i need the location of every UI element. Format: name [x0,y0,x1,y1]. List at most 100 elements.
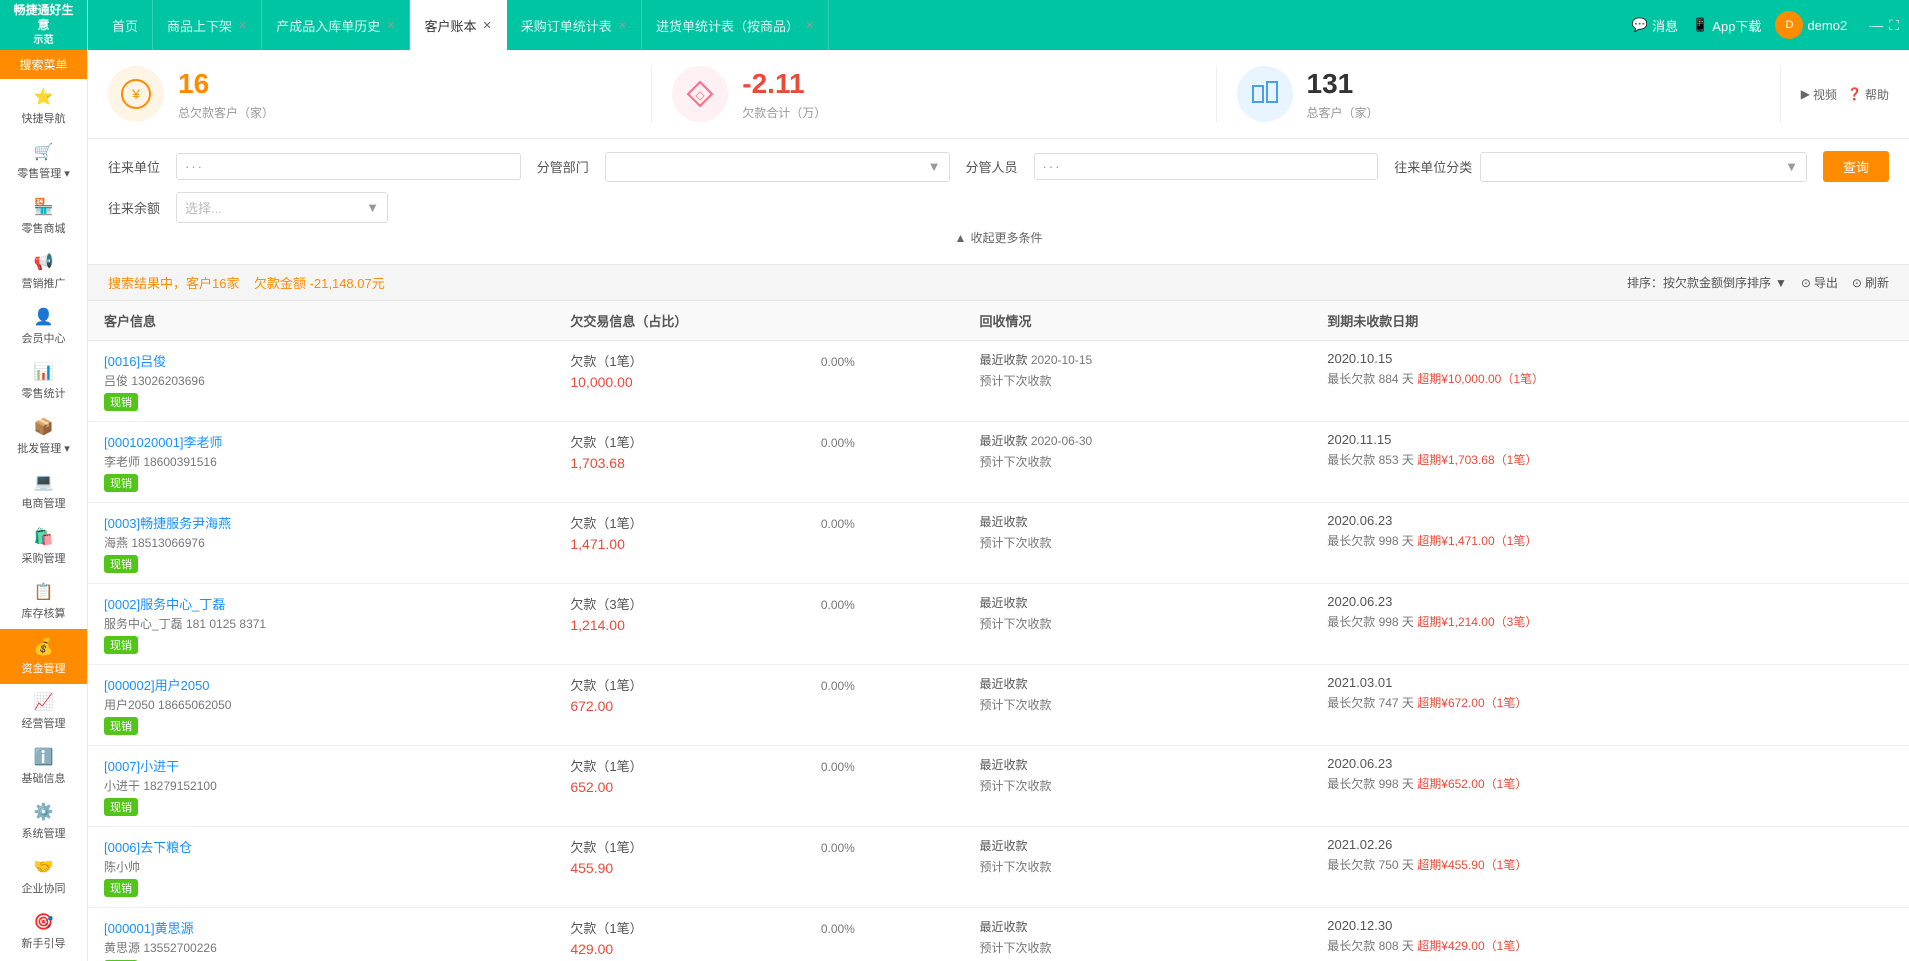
sidebar-item-newbie[interactable]: 🎯 新手引导 [0,904,87,959]
balance-select[interactable]: 选择... ▼ [176,192,388,223]
video-btn[interactable]: ▶ 视频 [1801,86,1837,103]
last-payment-date: 2020-10-15 [1031,353,1092,367]
tab-close-purchase-stats[interactable]: ✕ [805,19,814,32]
tab-product-off[interactable]: 商品上下架 ✕ [153,0,262,50]
sidebar-item-system[interactable]: ⚙️ 系统管理 [0,794,87,849]
tab-close-customer-account[interactable]: ✕ [483,19,492,32]
sidebar-item-retail-mgmt[interactable]: 🛒 零售管理 ▾ [0,134,87,189]
overdue-link[interactable]: 超期¥672.00（1笔） [1417,696,1527,710]
customer-phone: 黄思源 13552700226 [104,939,538,956]
person-input[interactable]: ··· [1034,153,1379,180]
next-payment: 预计下次收款 [979,939,1295,956]
due-date: 2020.10.15 [1327,351,1893,366]
total-customers-icon [1237,66,1293,122]
minimize-btn[interactable]: — [1869,17,1883,34]
tab-close-product-history[interactable]: ✕ [386,19,395,32]
overdue-link[interactable]: 超期¥429.00（1笔） [1417,939,1527,953]
sidebar-item-retail-mall[interactable]: 🏪 零售商城 [0,189,87,244]
customer-phone: 陈小帅 [104,858,538,875]
debt-ratio: 0.00% [821,760,948,774]
col-customer-info: 客户信息 [88,301,554,341]
filter-balance: 往来余额 选择... ▼ [108,192,388,223]
debt-count: 欠款（1笔） [570,918,788,937]
overdue-link[interactable]: 超期¥455.90（1笔） [1417,858,1527,872]
message-btn[interactable]: 💬 消息 [1632,16,1678,35]
customer-info-cell: [000002]用户2050 用户2050 18665062050 现销 [88,665,554,746]
customer-name[interactable]: [0002]服务中心_丁磊 [104,594,538,613]
money-icon: 💰 [34,637,54,657]
results-actions: 排序：按欠款金额倒序排序 ▼ ⊙ 导出 ⊙ 刷新 [1627,274,1889,291]
table-row: [0002]服务中心_丁磊 服务中心_丁磊 181 0125 8371 现销 欠… [88,584,1909,665]
sidebar-search-menu[interactable]: 搜索菜单 [0,50,87,79]
tab-purchase-stats[interactable]: 进货单统计表（按商品） ✕ [642,0,829,50]
last-payment: 最近收款 [979,756,1295,773]
col-debt-info: 欠交易信息（占比） [554,301,963,341]
sidebar-item-enterprise[interactable]: 🤝 企业协同 [0,849,87,904]
due-date: 2021.02.26 [1327,837,1893,852]
tabs: 首页 商品上下架 ✕ 产成品入库单历史 ✕ 客户账本 ✕ 采购订单统计表 ✕ [98,0,829,50]
sort-dropdown[interactable]: 排序：按欠款金额倒序排序 ▼ [1627,274,1787,291]
supplier-type-select[interactable]: ▼ [1480,152,1807,182]
tab-close-purchase-order[interactable]: ✕ [618,19,627,32]
table-header-row: 客户信息 欠交易信息（占比） 回收情况 到期未收款日期 [88,301,1909,341]
sidebar-item-batch-mgmt[interactable]: 📦 批发管理 ▾ [0,409,87,464]
export-btn[interactable]: ⊙ 导出 [1801,274,1838,291]
user-menu[interactable]: D demo2 [1775,11,1847,39]
debt-ratio: 0.00% [821,436,948,450]
customer-name[interactable]: [0006]去下粮仓 [104,837,538,856]
sidebar-item-retail-stats[interactable]: 📊 零售统计 [0,354,87,409]
supplier-type-label: 往来单位分类 [1394,157,1472,176]
debt-ratio-cell: 0.00% [805,503,964,584]
sidebar-item-quick-nav[interactable]: ⭐ 快捷导航 [0,79,87,134]
customer-name[interactable]: [000002]用户2050 [104,675,538,694]
customer-name[interactable]: [000001]黄思源 [104,918,538,937]
maximize-btn[interactable]: ⛶ [1889,17,1899,34]
customer-info-cell: [0001020001]李老师 李老师 18600391516 现销 [88,422,554,503]
app-download-btn[interactable]: 📱 App下载 [1692,16,1761,35]
customer-name[interactable]: [0003]畅捷服务尹海燕 [104,513,538,532]
filter-department: 分管部门 ▼ [537,152,950,182]
sidebar-item-ecommerce[interactable]: 💻 电商管理 [0,464,87,519]
department-select[interactable]: ▼ [605,152,950,182]
overdue-link[interactable]: 超期¥652.00（1笔） [1417,777,1527,791]
overdue-link[interactable]: 超期¥1,703.68（1笔） [1417,453,1537,467]
tab-product-history[interactable]: 产成品入库单历史 ✕ [262,0,410,50]
refresh-btn[interactable]: ⊙ 刷新 [1852,274,1889,291]
collapse-btn[interactable]: ▲ 收起更多条件 [108,223,1889,252]
debt-ratio-cell: 0.00% [805,746,964,827]
sidebar-item-basic-info[interactable]: ℹ️ 基础信息 [0,739,87,794]
tab-close-product-off[interactable]: ✕ [238,19,247,32]
next-payment: 预计下次收款 [979,534,1295,551]
tab-purchase-order[interactable]: 采购订单统计表 ✕ [507,0,642,50]
user-icon: 👤 [34,307,54,327]
overdue-link[interactable]: 超期¥10,000.00（1笔） [1417,372,1544,386]
sidebar-item-operations[interactable]: 📈 经营管理 [0,684,87,739]
customer-name[interactable]: [0001020001]李老师 [104,432,538,451]
sidebar-item-inventory[interactable]: 📋 库存核算 [0,574,87,629]
due-date-cell: 2020.06.23 最长欠款 998 天 超期¥1,471.00（1笔） [1311,503,1909,584]
sidebar-item-finance[interactable]: 💰 资金管理 [0,629,87,684]
last-payment: 最近收款 2020-06-30 [979,432,1295,449]
overdue-link[interactable]: 超期¥1,471.00（1笔） [1417,534,1537,548]
stat-total-customers: 131 总客户（家） [1237,66,1781,122]
last-payment: 最近收款 2020-10-15 [979,351,1295,368]
sidebar-item-purchase[interactable]: 🛍️ 采购管理 [0,519,87,574]
overdue-info: 最长欠款 747 天 超期¥672.00（1笔） [1327,694,1893,711]
last-payment: 最近收款 [979,594,1295,611]
customer-tag: 现销 [104,879,138,897]
svg-text:¥: ¥ [131,86,140,102]
shop-icon: 🏪 [34,197,54,217]
last-payment: 最近收款 [979,918,1295,935]
chart-icon: 📊 [34,362,54,382]
sidebar-item-member[interactable]: 👤 会员中心 [0,299,87,354]
search-button[interactable]: 查询 [1823,151,1889,182]
supplier-input[interactable]: ··· [176,153,521,180]
tab-home[interactable]: 首页 [98,0,153,50]
overdue-link[interactable]: 超期¥1,214.00（3笔） [1417,615,1537,629]
sidebar-item-marketing[interactable]: 📢 营销推广 [0,244,87,299]
customer-name[interactable]: [0016]吕俊 [104,351,538,370]
customer-name[interactable]: [0007]小进干 [104,756,538,775]
help-btn[interactable]: ❓ 帮助 [1847,86,1889,103]
tab-customer-account[interactable]: 客户账本 ✕ [410,0,506,50]
debt-amount: 10,000.00 [570,374,788,390]
